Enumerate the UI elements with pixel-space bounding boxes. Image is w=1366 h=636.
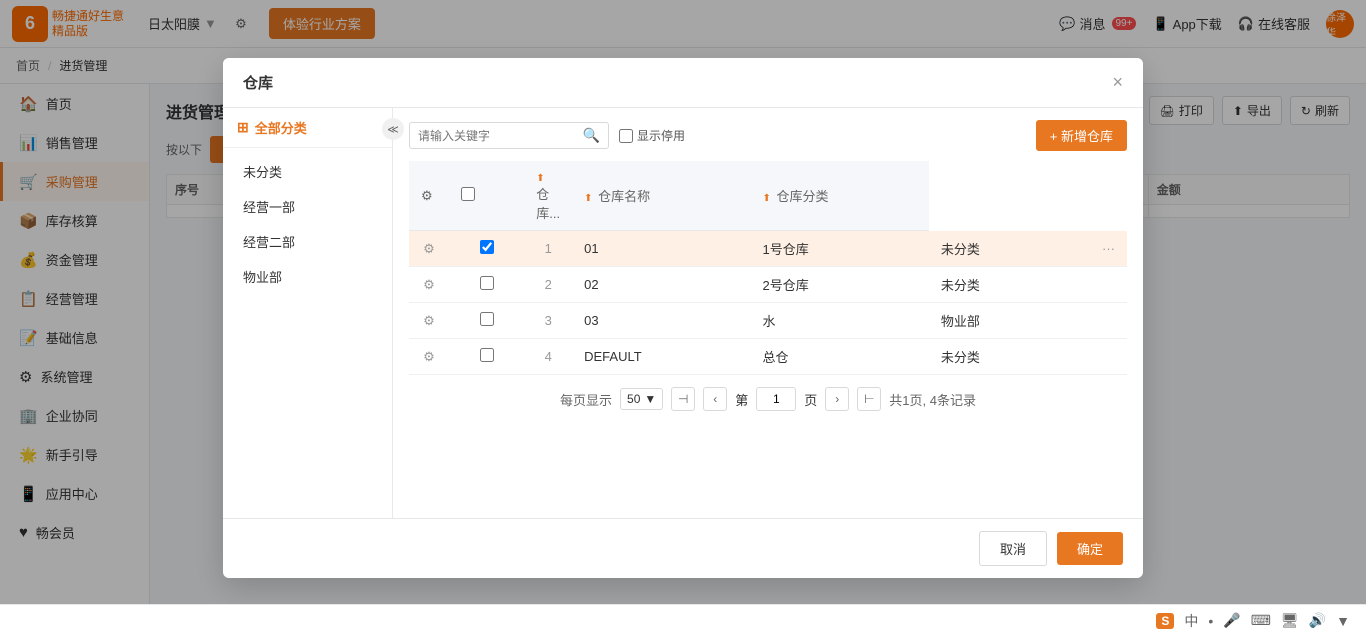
col-code-header[interactable]: ⬆ 仓库... [524, 161, 572, 231]
page-unit-label: 页 [804, 390, 817, 409]
modal-overlay: 仓库 × ⊞ 全部分类 ≪ 未分类 经营一部 经营二部 物业部 [0, 0, 1366, 636]
page-prev-button[interactable]: ‹ [703, 387, 727, 411]
category-all[interactable]: ⊞ 全部分类 [223, 108, 392, 148]
table-row[interactable]: ⚙ 2 02 2号仓库 未分类 [409, 267, 1127, 303]
row-checkbox-cell[interactable] [449, 303, 524, 339]
statusbar: S 中 • 🎤 ⌨ 🖥 🔊 ▼ [0, 604, 1366, 636]
status-arrow-icon[interactable]: ▼ [1336, 613, 1350, 629]
status-dot-icon: • [1208, 613, 1213, 629]
table-toolbar: 🔍 显示停用 + 新增仓库 [409, 120, 1127, 151]
confirm-button[interactable]: 确定 [1057, 532, 1123, 565]
grid-icon: ⊞ [237, 119, 249, 136]
row-checkbox[interactable] [480, 348, 494, 362]
status-mic-icon[interactable]: 🎤 [1223, 612, 1240, 629]
page-size-arrow-icon: ▼ [644, 392, 656, 406]
row-code: DEFAULT [572, 339, 750, 375]
category-panel: ⊞ 全部分类 ≪ 未分类 经营一部 经营二部 物业部 [223, 108, 393, 518]
row-category: 未分类 [929, 267, 1054, 303]
page-label: 第 [735, 390, 748, 409]
col-category-header[interactable]: ⬆ 仓库分类 [750, 161, 928, 231]
row-category: 未分类 [929, 339, 1054, 375]
warehouse-modal: 仓库 × ⊞ 全部分类 ≪ 未分类 经营一部 经营二部 物业部 [223, 58, 1143, 578]
col-name-header[interactable]: ⬆ 仓库名称 [572, 161, 750, 231]
status-keyboard-icon[interactable]: ⌨ [1251, 612, 1271, 629]
cancel-button[interactable]: 取消 [979, 531, 1047, 566]
category-item-dept1[interactable]: 经营一部 [223, 189, 392, 224]
category-all-label: 全部分类 [255, 118, 307, 137]
row-checkbox-cell[interactable] [449, 339, 524, 375]
row-name: 总仓 [750, 339, 928, 375]
row-code: 02 [572, 267, 750, 303]
row-category: 未分类 [929, 231, 1054, 267]
row-checkbox[interactable] [480, 312, 494, 326]
category-item-dept2[interactable]: 经营二部 [223, 224, 392, 259]
row-num: 3 [524, 303, 572, 339]
page-size-label: 每页显示 [560, 390, 612, 409]
row-name: 2号仓库 [750, 267, 928, 303]
row-num: 4 [524, 339, 572, 375]
sort-icon-category: ⬆ [762, 193, 770, 204]
row-checkbox[interactable] [480, 276, 494, 290]
page-number-input[interactable] [756, 387, 796, 411]
category-item-property[interactable]: 物业部 [223, 259, 392, 294]
row-code: 01 [572, 231, 750, 267]
show-disabled-checkbox[interactable] [619, 129, 633, 143]
warehouse-table: ⚙ ⬆ 仓库... ⬆ 仓库名称 ⬆ [409, 161, 1127, 375]
category-item-unclassified[interactable]: 未分类 [223, 154, 392, 189]
row-gear-cell[interactable]: ⚙ [409, 231, 449, 267]
table-row[interactable]: ⚙ 4 DEFAULT 总仓 未分类 [409, 339, 1127, 375]
modal-close-button[interactable]: × [1112, 72, 1123, 93]
row-name: 水 [750, 303, 928, 339]
table-panel: 🔍 显示停用 + 新增仓库 ⚙ ⬆ [393, 108, 1143, 518]
modal-body: ⊞ 全部分类 ≪ 未分类 经营一部 经营二部 物业部 🔍 [223, 108, 1143, 518]
row-num: 1 [524, 231, 572, 267]
row-gear-cell[interactable]: ⚙ [409, 267, 449, 303]
page-size-select[interactable]: 50 ▼ [620, 388, 663, 410]
row-category: 物业部 [929, 303, 1054, 339]
row-checkbox-cell[interactable] [449, 267, 524, 303]
status-speaker-icon[interactable]: 🔊 [1309, 612, 1326, 629]
select-all-checkbox[interactable] [461, 187, 475, 201]
row-actions[interactable]: ··· [1054, 231, 1127, 267]
add-warehouse-button[interactable]: + 新增仓库 [1036, 120, 1127, 151]
sort-icon-name: ⬆ [584, 193, 592, 204]
row-checkbox[interactable] [480, 240, 494, 254]
table-header-row: ⚙ ⬆ 仓库... ⬆ 仓库名称 ⬆ [409, 161, 1127, 231]
pagination-bar: 每页显示 50 ▼ ⊣ ‹ 第 页 › ⊢ 共1页, 4条记录 [409, 375, 1127, 415]
row-checkbox-cell[interactable] [449, 231, 524, 267]
search-box: 🔍 [409, 122, 609, 149]
search-icon[interactable]: 🔍 [583, 127, 600, 144]
modal-title: 仓库 [243, 72, 273, 93]
row-code: 03 [572, 303, 750, 339]
page-first-button[interactable]: ⊣ [671, 387, 695, 411]
sort-icon-code: ⬆ [536, 173, 544, 184]
modal-footer: 取消 确定 [223, 518, 1143, 578]
table-row[interactable]: ⚙ 3 03 水 物业部 [409, 303, 1127, 339]
col-gear: ⚙ [409, 161, 449, 231]
col-checkbox-header [449, 161, 524, 231]
row-gear-cell[interactable]: ⚙ [409, 339, 449, 375]
row-gear-cell[interactable]: ⚙ [409, 303, 449, 339]
category-list: 未分类 经营一部 经营二部 物业部 [223, 148, 392, 300]
page-next-button[interactable]: › [825, 387, 849, 411]
modal-header: 仓库 × [223, 58, 1143, 108]
row-num: 2 [524, 267, 572, 303]
show-disabled-checkbox-label[interactable]: 显示停用 [619, 127, 685, 144]
table-row[interactable]: ⚙ 1 01 1号仓库 未分类 ··· [409, 231, 1127, 267]
page-last-button[interactable]: ⊢ [857, 387, 881, 411]
page-total-label: 共1页, 4条记录 [889, 390, 976, 409]
row-name: 1号仓库 [750, 231, 928, 267]
status-zh-icon[interactable]: 中 [1184, 611, 1198, 631]
search-input[interactable] [418, 129, 579, 143]
category-collapse-button[interactable]: ≪ [382, 118, 404, 140]
status-monitor-icon[interactable]: 🖥 [1281, 612, 1299, 629]
s-logo: S [1156, 613, 1174, 629]
